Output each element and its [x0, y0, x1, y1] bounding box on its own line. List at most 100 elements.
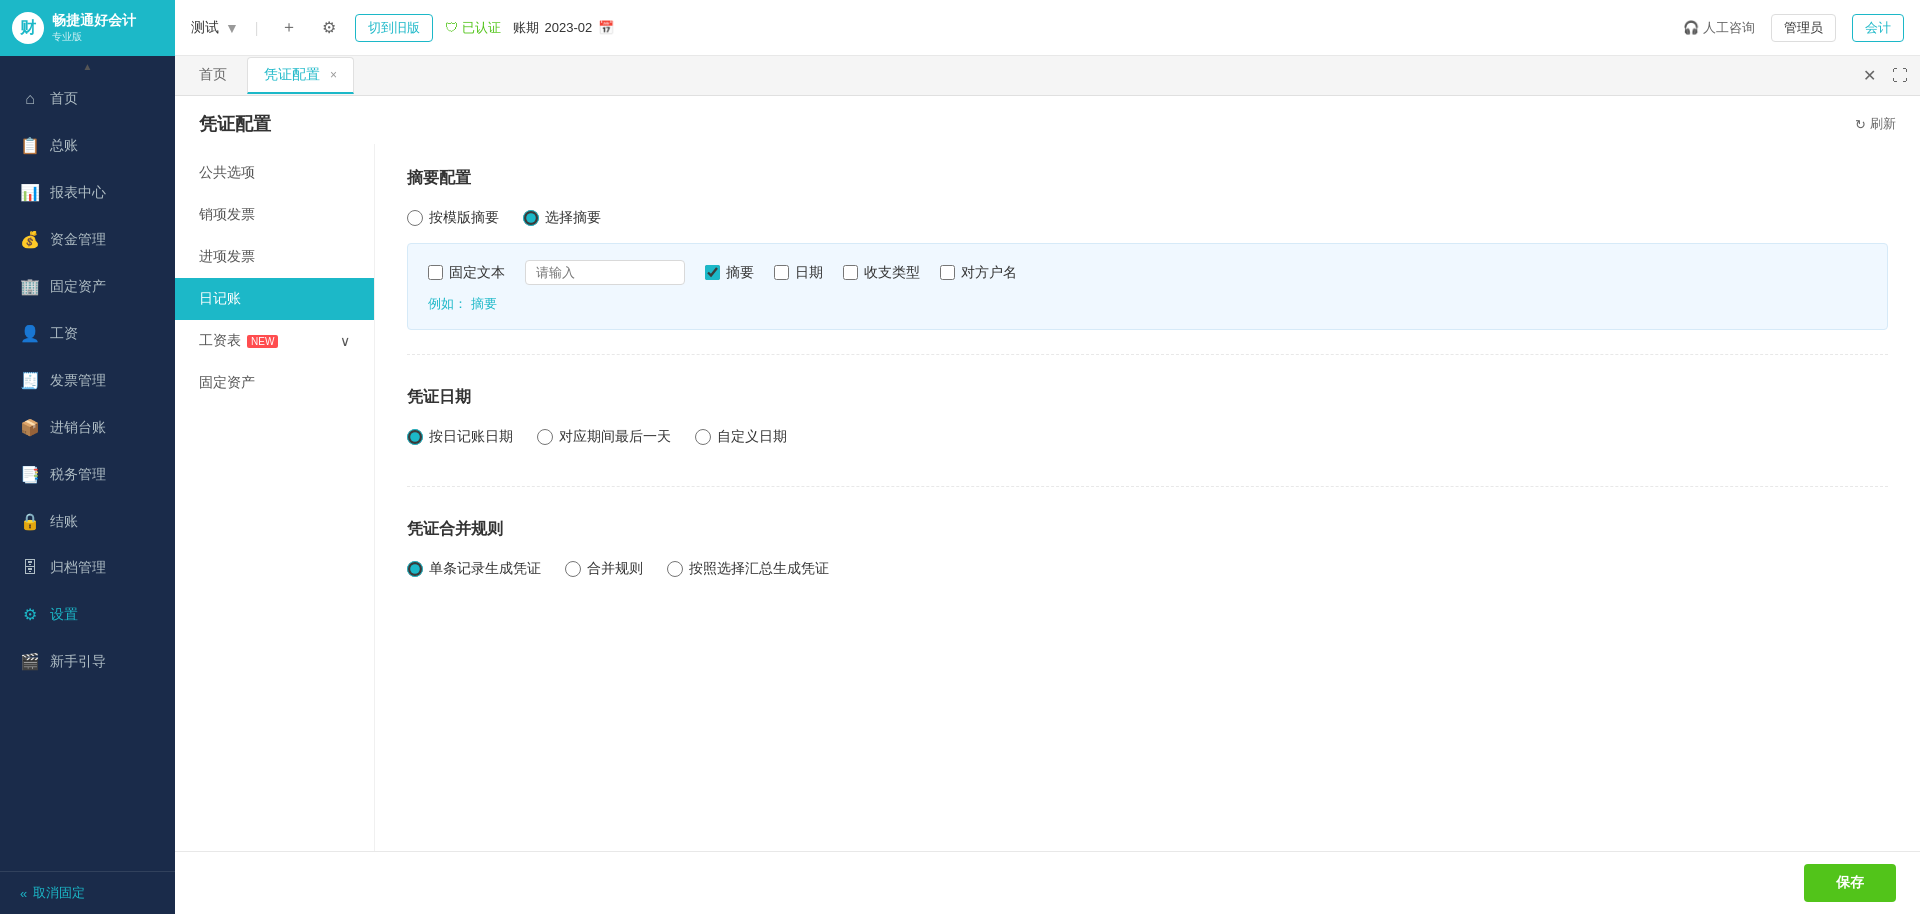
example-value: 摘要 [471, 296, 497, 311]
tab-home-label: 首页 [199, 66, 227, 82]
merge-rules-label: 合并规则 [587, 560, 643, 578]
page-title: 凭证配置 [199, 112, 271, 136]
radio-single-input[interactable] [407, 561, 423, 577]
sidebar-item-guide[interactable]: 🎬 新手引导 [0, 638, 175, 685]
headset-icon: 🎧 [1683, 20, 1699, 35]
role-button[interactable]: 会计 [1852, 14, 1904, 42]
summary-options: 固定文本 摘要 日期 [428, 260, 1867, 285]
radio-diary-date[interactable]: 按日记账日期 [407, 428, 513, 446]
close-tab-button[interactable]: ✕ [1859, 62, 1880, 89]
radio-select-summary-input[interactable] [523, 210, 539, 226]
sidebar-item-fixed[interactable]: 🏢 固定资产 [0, 263, 175, 310]
radio-custom-date[interactable]: 自定义日期 [695, 428, 787, 446]
checkbox-income-type[interactable]: 收支类型 [843, 264, 920, 282]
left-nav-sales[interactable]: 销项发票 [175, 194, 374, 236]
sidebar-item-archive[interactable]: 🗄 归档管理 [0, 545, 175, 591]
tabbar: 首页 凭证配置 × ✕ ⛶ [175, 56, 1920, 96]
radio-select-merge-input[interactable] [667, 561, 683, 577]
radio-by-template-label: 按模版摘要 [429, 209, 499, 227]
sidebar-item-tax[interactable]: 📑 税务管理 [0, 451, 175, 498]
checkbox-summary-input[interactable] [705, 265, 720, 280]
single-label: 单条记录生成凭证 [429, 560, 541, 578]
fixed-icon: 🏢 [20, 277, 40, 296]
radio-merge-rules-input[interactable] [565, 561, 581, 577]
radio-select-merge[interactable]: 按照选择汇总生成凭证 [667, 560, 829, 578]
sidebar-item-label: 发票管理 [50, 372, 106, 390]
merge-section: 凭证合并规则 单条记录生成凭证 合并规则 按照选择汇总生成凭证 [407, 519, 1888, 618]
date-section: 凭证日期 按日记账日期 对应期间最后一天 自定义日期 [407, 387, 1888, 487]
left-nav-fixed-assets[interactable]: 固定资产 [175, 362, 374, 404]
radio-select-summary[interactable]: 选择摘要 [523, 209, 601, 227]
left-nav-diary[interactable]: 日记账 [175, 278, 374, 320]
summary-radio-group: 按模版摘要 选择摘要 [407, 209, 1888, 227]
content-area: 凭证配置 ↻ 刷新 公共选项 销项发票 进项发票 日记账 工资表 NEW ∨ [175, 96, 1920, 914]
shield-icon: 🛡 [445, 20, 458, 35]
tab-voucher-config[interactable]: 凭证配置 × [247, 57, 354, 94]
company-name: 测试 [191, 19, 219, 37]
user-button[interactable]: 管理员 [1771, 14, 1836, 42]
sidebar-item-ledger[interactable]: 📋 总账 [0, 122, 175, 169]
fullscreen-button[interactable]: ⛶ [1888, 62, 1912, 89]
radio-by-template[interactable]: 按模版摘要 [407, 209, 499, 227]
consult-label: 人工咨询 [1703, 19, 1755, 37]
sidebar-item-invoice[interactable]: 🧾 发票管理 [0, 357, 175, 404]
sidebar-item-close[interactable]: 🔒 结账 [0, 498, 175, 545]
radio-merge-rules[interactable]: 合并规则 [565, 560, 643, 578]
radio-by-template-input[interactable] [407, 210, 423, 226]
diary-date-label: 按日记账日期 [429, 428, 513, 446]
left-nav-payroll[interactable]: 工资表 NEW ∨ [175, 320, 374, 362]
checkbox-date[interactable]: 日期 [774, 264, 823, 282]
sidebar-nav: ⌂ 首页 📋 总账 📊 报表中心 💰 资金管理 🏢 固定资产 👤 工资 🧾 发票… [0, 76, 175, 871]
checkbox-fixed-text[interactable]: 固定文本 [428, 264, 505, 282]
tab-home[interactable]: 首页 [183, 58, 243, 94]
checkbox-counterpart-input[interactable] [940, 265, 955, 280]
sidebar-item-home[interactable]: ⌂ 首页 [0, 76, 175, 122]
radio-select-summary-label: 选择摘要 [545, 209, 601, 227]
sidebar-item-label: 进销台账 [50, 419, 106, 437]
footer: 保存 [175, 851, 1920, 914]
radio-custom-date-input[interactable] [695, 429, 711, 445]
merge-title: 凭证合并规则 [407, 519, 1888, 540]
tab-close-button[interactable]: × [330, 68, 337, 82]
logo-title: 畅捷通好会计 [52, 12, 136, 30]
cancel-fixed-button[interactable]: « 取消固定 [0, 871, 175, 914]
radio-single[interactable]: 单条记录生成凭证 [407, 560, 541, 578]
ledger-icon: 📋 [20, 136, 40, 155]
sidebar-item-label: 税务管理 [50, 466, 106, 484]
counterpart-label: 对方户名 [961, 264, 1017, 282]
sidebar: 财 畅捷通好会计 专业版 ▲ ⌂ 首页 📋 总账 📊 报表中心 💰 资金管理 🏢… [0, 0, 175, 914]
sidebar-item-label: 新手引导 [50, 653, 106, 671]
radio-diary-date-input[interactable] [407, 429, 423, 445]
example-prefix: 例如： [428, 296, 467, 311]
radio-period-last[interactable]: 对应期间最后一天 [537, 428, 671, 446]
checkbox-summary[interactable]: 摘要 [705, 264, 754, 282]
logo-icon: 财 [12, 12, 44, 44]
close-icon: 🔒 [20, 512, 40, 531]
sidebar-item-capital[interactable]: 💰 资金管理 [0, 216, 175, 263]
save-button[interactable]: 保存 [1804, 864, 1896, 902]
salary-icon: 👤 [20, 324, 40, 343]
company-selector[interactable]: 测试 ▼ [191, 19, 239, 37]
sidebar-item-salary[interactable]: 👤 工资 [0, 310, 175, 357]
date-radio-group: 按日记账日期 对应期间最后一天 自定义日期 [407, 428, 1888, 446]
checkbox-date-input[interactable] [774, 265, 789, 280]
left-nav-purchase-inv[interactable]: 进项发票 [175, 236, 374, 278]
checkbox-fixed-text-input[interactable] [428, 265, 443, 280]
checkbox-income-type-input[interactable] [843, 265, 858, 280]
refresh-button[interactable]: ↻ 刷新 [1855, 115, 1896, 133]
left-nav-public[interactable]: 公共选项 [175, 152, 374, 194]
calendar-icon[interactable]: 📅 [598, 20, 614, 35]
switch-old-version-button[interactable]: 切到旧版 [355, 14, 433, 42]
scroll-up-indicator[interactable]: ▲ [0, 56, 175, 76]
checkbox-counterpart[interactable]: 对方户名 [940, 264, 1017, 282]
settings-icon: ⚙ [20, 605, 40, 624]
radio-period-last-input[interactable] [537, 429, 553, 445]
sidebar-item-report[interactable]: 📊 报表中心 [0, 169, 175, 216]
add-button[interactable]: ＋ [275, 14, 303, 42]
consult-button[interactable]: 🎧 人工咨询 [1683, 19, 1755, 37]
fixed-text-input[interactable] [525, 260, 685, 285]
cert-status: 🛡 已认证 [445, 19, 501, 37]
sidebar-item-purchase[interactable]: 📦 进销台账 [0, 404, 175, 451]
sidebar-item-settings[interactable]: ⚙ 设置 [0, 591, 175, 638]
settings-button[interactable]: ⚙ [315, 14, 343, 42]
